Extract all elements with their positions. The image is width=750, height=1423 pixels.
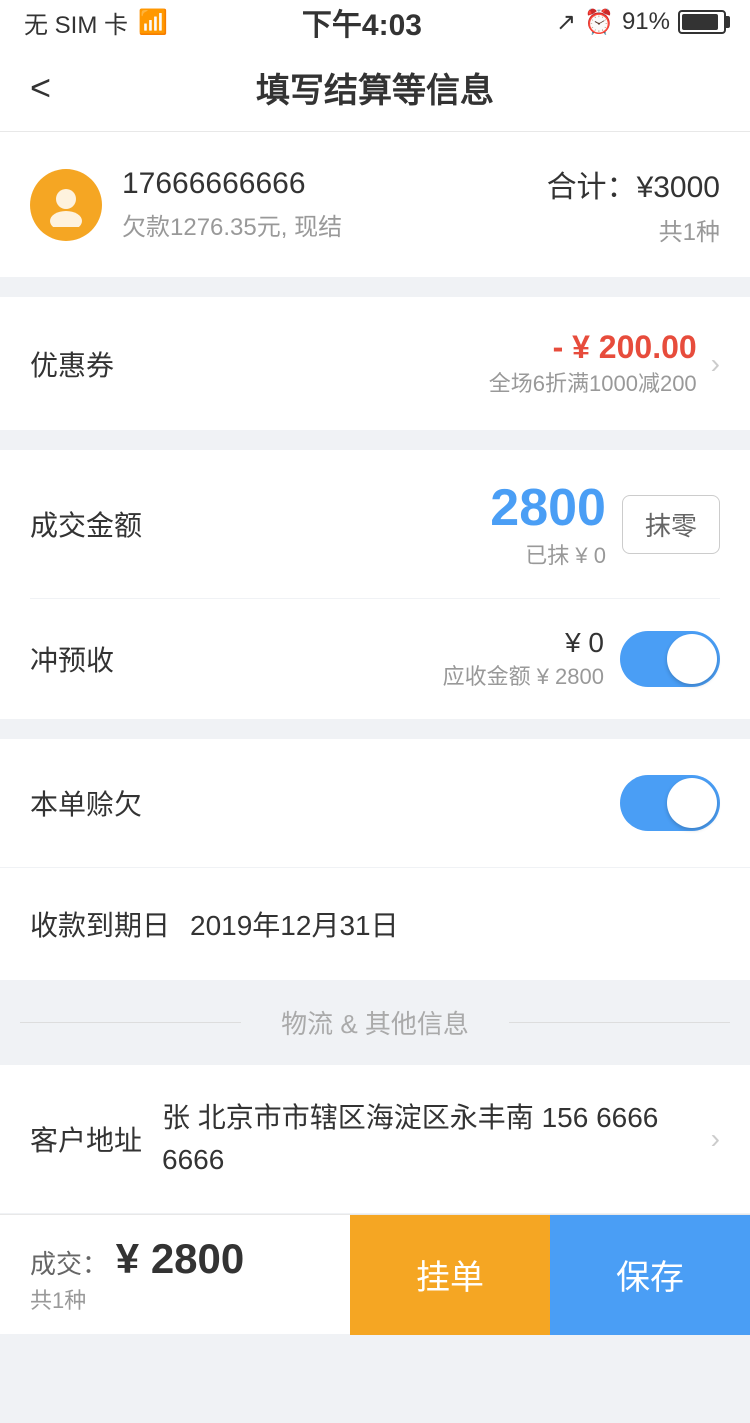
bottom-amount: ¥ 2800 [116,1235,244,1282]
toggle-knob [667,634,717,684]
customer-info: 17666666666 欠款1276.35元, 现结 [122,167,547,242]
total-value: ¥3000 [637,171,720,204]
duedate-section: 收款到期日 2019年12月31日 [0,868,750,980]
status-bar: 无 SIM 卡 📶 下午4:03 ↗ ⏰ 91% [0,0,750,44]
avatar-icon [44,183,88,227]
queqian-section: 本单赊欠 [0,739,750,867]
bottom-summary: 成交： ¥ 2800 共1种 [0,1235,350,1315]
save-button[interactable]: 保存 [550,1215,750,1335]
chong-yushou-right: ¥ 0 应收金额 ¥ 2800 [443,627,720,691]
logistics-divider: 物流 & 其他信息 [0,980,750,1065]
page-title: 填写结算等信息 [256,63,494,112]
coupon-right: - ¥ 200.00 全场6折满1000减200 › [489,329,720,398]
divider-1 [0,277,750,297]
location-icon: ↗ [556,8,576,37]
coupon-row[interactable]: 优惠券 - ¥ 200.00 全场6折满1000减200 › [30,297,720,430]
chong-yushou-toggle[interactable] [620,631,720,687]
battery-percent: 91% [622,8,670,36]
address-label: 客户地址 [30,1119,142,1159]
coupon-amount: - ¥ 200.00 [489,329,697,366]
time-label: 下午4:03 [302,0,422,44]
coupon-section: 优惠券 - ¥ 200.00 全场6折满1000减200 › [0,297,750,430]
customer-total: 合计：¥3000 共1种 [547,162,720,247]
total-label: 合计： [547,171,637,204]
coupon-desc: 全场6折满1000减200 [489,366,697,398]
amount-section: 成交金额 2800 已抹 ¥ 0 抹零 冲预收 ¥ 0 应收金额 ¥ 2800 [0,450,750,719]
deal-amount-sub: 已抹 ¥ 0 [490,538,606,570]
alarm-icon: ⏰ [584,8,614,37]
deal-amount-row: 成交金额 2800 已抹 ¥ 0 抹零 [30,450,720,599]
coupon-chevron-icon: › [711,348,720,380]
back-button[interactable]: < [30,57,61,119]
address-section: 客户地址 张 北京市市辖区海淀区永丰南 156 6666 6666 › [0,1065,750,1213]
bottom-title: 成交： ¥ 2800 [30,1235,320,1283]
queqian-label: 本单赊欠 [30,783,142,823]
chong-yushou-value: ¥ 0 [443,627,604,659]
battery-icon [678,10,726,34]
divider-2 [0,430,750,450]
customer-card: 17666666666 欠款1276.35元, 现结 合计：¥3000 共1种 [0,132,750,277]
duedate-label: 收款到期日 [30,904,170,944]
status-right: ↗ ⏰ 91% [556,8,726,37]
logistics-text: 物流 & 其他信息 [281,1004,469,1041]
status-left: 无 SIM 卡 📶 [24,5,168,40]
wifi-icon: 📶 [138,8,168,37]
bottom-bar: 成交： ¥ 2800 共1种 挂单 保存 [0,1214,750,1334]
address-row[interactable]: 客户地址 张 北京市市辖区海淀区永丰南 156 6666 6666 › [30,1065,720,1213]
queqian-row: 本单赊欠 [30,739,720,867]
pending-button[interactable]: 挂单 [350,1215,550,1335]
deal-amount-value: 2800 [490,478,606,538]
coupon-label: 优惠券 [30,344,114,384]
deal-amount-label: 成交金额 [30,504,142,544]
queqian-toggle[interactable] [620,775,720,831]
customer-phone: 17666666666 [122,167,547,201]
total-amount: 合计：¥3000 [547,162,720,206]
deal-amount-right: 2800 已抹 ¥ 0 抹零 [490,478,720,570]
duedate-row: 收款到期日 2019年12月31日 [30,868,720,980]
bottom-title-label: 成交： [30,1249,108,1279]
logistics-line-left [20,1022,241,1023]
bottom-sub: 共1种 [30,1283,320,1315]
page-header: < 填写结算等信息 [0,44,750,132]
logistics-line-right [509,1022,730,1023]
divider-3 [0,719,750,739]
carrier-label: 无 SIM 卡 [24,5,128,40]
chong-yushou-row: 冲预收 ¥ 0 应收金额 ¥ 2800 [30,599,720,719]
address-chevron-icon: › [711,1123,720,1155]
chong-yushou-sub: 应收金额 ¥ 2800 [443,659,604,691]
avatar [30,169,102,241]
chong-yushou-label: 冲预收 [30,639,114,679]
duedate-value: 2019年12月31日 [190,904,399,944]
total-sub: 共1种 [547,212,720,247]
address-value: 张 北京市市辖区海淀区永丰南 156 6666 6666 [162,1097,703,1181]
customer-sub: 欠款1276.35元, 现结 [122,207,547,242]
round-zero-button[interactable]: 抹零 [622,495,720,554]
queqian-toggle-knob [667,778,717,828]
